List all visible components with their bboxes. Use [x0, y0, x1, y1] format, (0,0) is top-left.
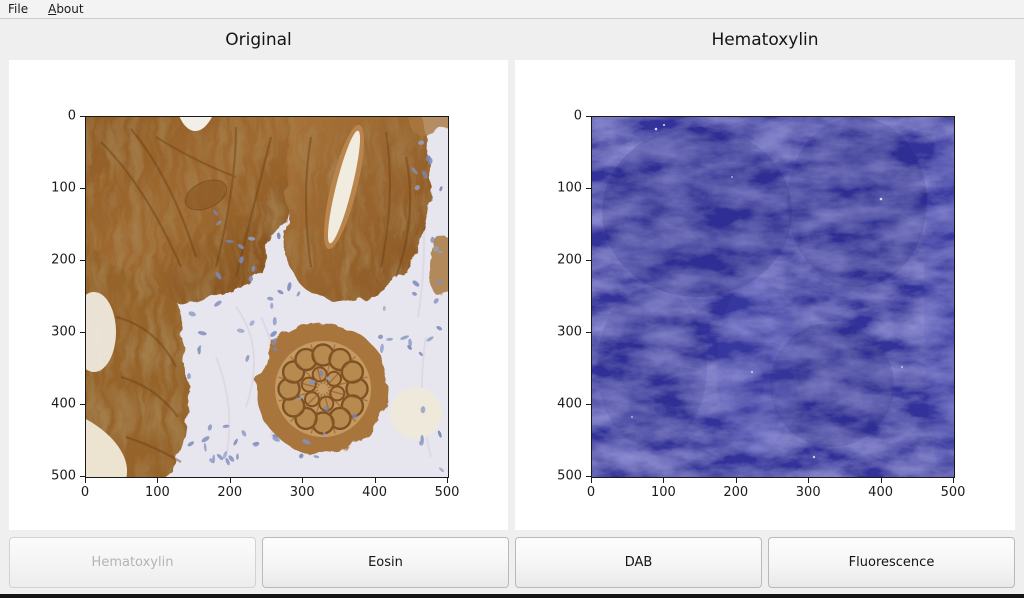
- y-tick-mark: [80, 476, 85, 477]
- x-tick-label: 0: [80, 485, 90, 500]
- x-tick-mark: [85, 478, 86, 483]
- y-tick-mark: [80, 260, 85, 261]
- x-tick-mark: [808, 478, 810, 483]
- y-tick-label: 0: [67, 108, 76, 124]
- y-tick-mark: [80, 116, 85, 117]
- x-tick-mark: [447, 478, 448, 483]
- original-panel-title: Original: [225, 30, 292, 50]
- x-tick-label: 300: [289, 485, 315, 500]
- dab-button[interactable]: DAB: [515, 537, 762, 588]
- fluorescence-button[interactable]: Fluorescence: [768, 537, 1015, 588]
- y-tick-label: 400: [51, 396, 76, 412]
- x-tick-mark: [591, 478, 592, 483]
- x-tick-label: 200: [723, 485, 749, 500]
- y-tick-label: 100: [557, 180, 582, 196]
- eosin-button[interactable]: Eosin: [262, 537, 509, 588]
- bottom-edge-strip: [0, 594, 1024, 598]
- x-tick-mark: [735, 478, 737, 483]
- y-tick-label: 400: [557, 396, 582, 412]
- y-tick-label: 0: [573, 108, 582, 124]
- y-tick-label: 500: [51, 468, 76, 484]
- x-tick-label: 400: [868, 485, 894, 500]
- y-tick-mark: [80, 332, 85, 333]
- y-tick-mark: [586, 188, 591, 189]
- x-tick-mark: [663, 478, 665, 483]
- y-tick-mark: [80, 404, 85, 405]
- x-tick-label: 100: [144, 485, 170, 500]
- menubar: File About: [0, 0, 1024, 19]
- x-tick-label: 200: [217, 485, 243, 500]
- y-tick-label: 100: [51, 180, 76, 196]
- original-image-svg: [86, 117, 448, 477]
- bottom-gland: [257, 323, 389, 455]
- x-tick-mark: [157, 478, 159, 483]
- menu-file[interactable]: File: [8, 2, 28, 16]
- x-tick-mark: [880, 478, 882, 483]
- x-tick-mark: [229, 478, 231, 483]
- y-tick-label: 300: [557, 324, 582, 340]
- y-tick-label: 500: [557, 468, 582, 484]
- hematoxylin-image-svg: [592, 117, 954, 477]
- x-tick-label: 0: [586, 485, 596, 500]
- hematoxylin-button[interactable]: Hematoxylin: [9, 537, 256, 588]
- original-plot-panel: 0 100 200 300 400 500 0 100 200 300 400 500: [9, 60, 508, 530]
- x-tick-label: 500: [940, 485, 966, 500]
- hematoxylin-plot-panel: 0 100 200 300 400 500 0 100 200 300 400 500: [515, 60, 1015, 530]
- x-tick-mark: [374, 478, 376, 483]
- y-tick-mark: [80, 188, 85, 189]
- x-tick-label: 300: [795, 485, 821, 500]
- menu-about[interactable]: About: [48, 2, 84, 16]
- original-image: [85, 116, 449, 478]
- y-tick-mark: [586, 116, 591, 117]
- x-tick-label: 100: [650, 485, 676, 500]
- pale-blob: [390, 387, 442, 439]
- x-tick-label: 500: [434, 485, 460, 500]
- x-tick-mark: [953, 478, 954, 483]
- y-tick-mark: [586, 332, 591, 333]
- y-tick-mark: [586, 404, 591, 405]
- x-tick-mark: [302, 478, 304, 483]
- hematoxylin-panel-title: Hematoxylin: [711, 30, 819, 50]
- y-tick-label: 300: [51, 324, 76, 340]
- y-tick-mark: [586, 260, 591, 261]
- y-tick-mark: [586, 476, 591, 477]
- y-tick-label: 200: [557, 252, 582, 268]
- x-tick-label: 400: [362, 485, 388, 500]
- hematoxylin-image: [591, 116, 955, 478]
- y-tick-label: 200: [51, 252, 76, 268]
